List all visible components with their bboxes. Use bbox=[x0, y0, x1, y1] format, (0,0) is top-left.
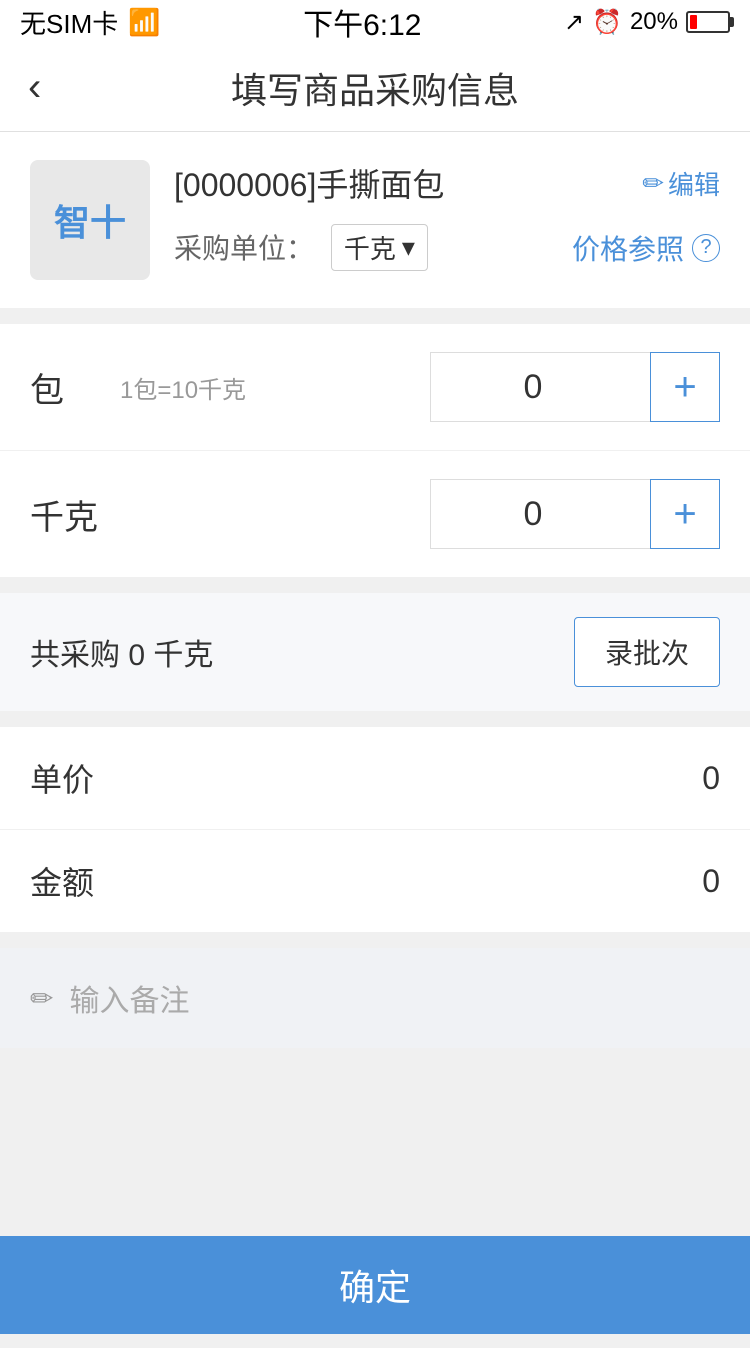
batch-button[interactable]: 录批次 bbox=[574, 617, 720, 687]
total-prefix: 共采购 bbox=[30, 639, 120, 672]
kg-input-wrap: + bbox=[430, 479, 720, 549]
qty-bag-row: 包 1包=10千克 + bbox=[0, 324, 750, 451]
unit-value: 千克 bbox=[344, 229, 396, 266]
quantity-section: 包 1包=10千克 + 千克 + bbox=[0, 324, 750, 577]
unit-price-value: 0 bbox=[702, 760, 720, 797]
total-amount: 0 bbox=[128, 639, 145, 672]
nav-bar: ‹ 填写商品采购信息 bbox=[0, 44, 750, 132]
edit-label: 编辑 bbox=[668, 165, 720, 202]
qty-kg-row: 千克 + bbox=[0, 451, 750, 577]
price-reference[interactable]: 价格参照 ? bbox=[572, 228, 720, 268]
battery-percent: 20% bbox=[630, 8, 678, 36]
bag-sublabel: 1包=10千克 bbox=[120, 370, 430, 405]
alarm-icon: ⏰ bbox=[592, 8, 622, 37]
price-ref-label: 价格参照 bbox=[572, 228, 684, 268]
note-placeholder: 输入备注 bbox=[69, 976, 189, 1020]
dropdown-arrow-icon: ▾ bbox=[402, 232, 415, 263]
unit-price-row: 单价 0 bbox=[0, 727, 750, 830]
total-unit: 千克 bbox=[153, 639, 213, 672]
wifi-icon: 📶 bbox=[128, 7, 160, 38]
unit-label: 采购单位： bbox=[174, 233, 314, 264]
amount-value: 0 bbox=[702, 863, 720, 900]
price-ref-help-icon: ? bbox=[692, 234, 720, 262]
unit-selector: 采购单位： 千克 ▾ bbox=[174, 224, 428, 271]
carrier-text: 无SIM卡 bbox=[20, 4, 118, 41]
note-section[interactable]: ✏ 输入备注 bbox=[0, 948, 750, 1048]
status-right: ↗ ⏰ 20% bbox=[564, 8, 730, 37]
amount-label: 金额 bbox=[30, 858, 94, 904]
page-title: 填写商品采购信息 bbox=[231, 62, 519, 114]
kg-plus-button[interactable]: + bbox=[650, 479, 720, 549]
status-bar: 无SIM卡 📶 下午6:12 ↗ ⏰ 20% bbox=[0, 0, 750, 44]
product-card: 智十 [0000006]手撕面包 ✏ 编辑 采购单位： 千克 ▾ 价格参照 ? bbox=[0, 132, 750, 308]
price-section: 单价 0 金额 0 bbox=[0, 727, 750, 932]
unit-dropdown[interactable]: 千克 ▾ bbox=[331, 224, 428, 271]
unit-price-label: 单价 bbox=[30, 755, 94, 801]
kg-quantity-input[interactable] bbox=[430, 479, 650, 549]
total-text: 共采购 0 千克 bbox=[30, 630, 213, 674]
back-button[interactable]: ‹ bbox=[28, 65, 41, 110]
product-info: [0000006]手撕面包 ✏ 编辑 采购单位： 千克 ▾ 价格参照 ? bbox=[174, 160, 720, 271]
status-time: 下午6:12 bbox=[303, 0, 421, 44]
amount-row: 金额 0 bbox=[0, 830, 750, 932]
edit-button[interactable]: ✏ 编辑 bbox=[642, 165, 720, 202]
status-left: 无SIM卡 📶 bbox=[20, 4, 161, 41]
confirm-button[interactable]: 确定 bbox=[0, 1236, 750, 1334]
bag-plus-button[interactable]: + bbox=[650, 352, 720, 422]
bag-label: 包 bbox=[30, 363, 110, 412]
product-name: [0000006]手撕面包 bbox=[174, 160, 444, 206]
battery-icon bbox=[686, 11, 730, 33]
bag-quantity-input[interactable] bbox=[430, 352, 650, 422]
kg-label: 千克 bbox=[30, 490, 110, 539]
edit-icon: ✏ bbox=[642, 168, 664, 199]
location-icon: ↗ bbox=[564, 8, 584, 37]
total-row: 共采购 0 千克 录批次 bbox=[0, 593, 750, 711]
pencil-icon: ✏ bbox=[30, 982, 53, 1015]
bag-input-wrap: + bbox=[430, 352, 720, 422]
product-image: 智十 bbox=[30, 160, 150, 280]
product-logo: 智十 bbox=[54, 194, 126, 246]
